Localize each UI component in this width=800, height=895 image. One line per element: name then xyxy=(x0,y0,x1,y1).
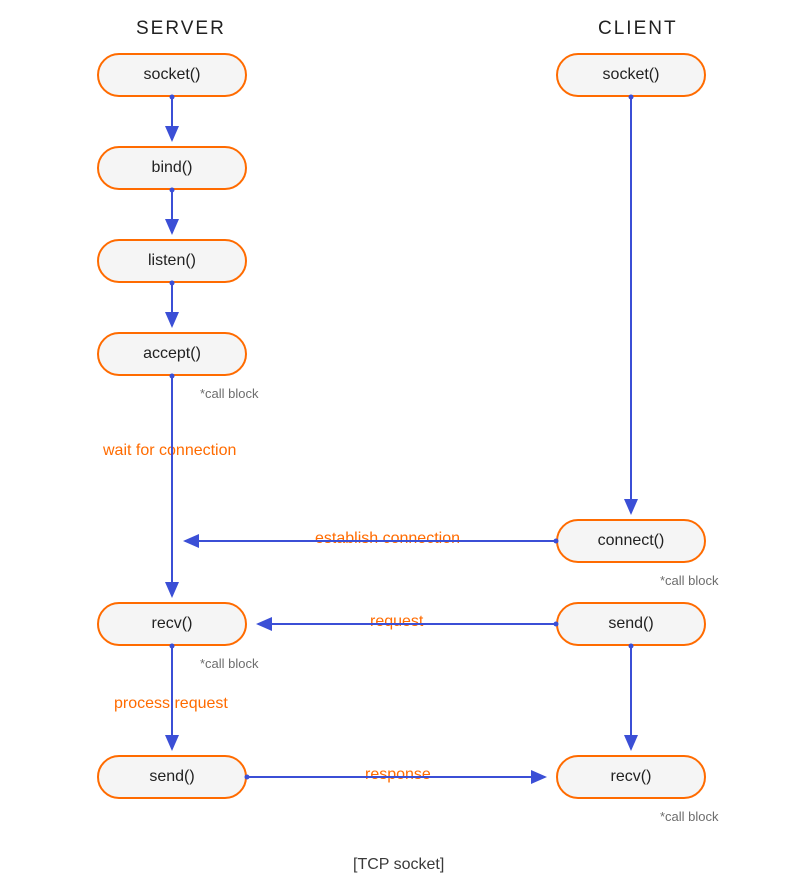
connect-call-block-note: *call block xyxy=(660,573,719,588)
client-heading: CLIENT xyxy=(598,18,678,40)
request-label: request xyxy=(370,613,423,631)
server-listen-label: listen() xyxy=(148,252,196,270)
server-heading: SERVER xyxy=(136,18,226,40)
client-connect-label: connect() xyxy=(598,532,665,550)
server-send-label: send() xyxy=(149,768,194,786)
client-socket-label: socket() xyxy=(603,66,660,84)
diagram-canvas: SERVER CLIENT socket() bind() listen() a… xyxy=(0,0,800,895)
client-send-node: send() xyxy=(556,602,706,646)
client-recv-label: recv() xyxy=(611,768,652,786)
server-socket-node: socket() xyxy=(97,53,247,97)
server-send-node: send() xyxy=(97,755,247,799)
server-listen-node: listen() xyxy=(97,239,247,283)
client-connect-node: connect() xyxy=(556,519,706,563)
process-request-label: process request xyxy=(114,695,228,713)
server-accept-node: accept() xyxy=(97,332,247,376)
footer-label: [TCP socket] xyxy=(353,856,444,874)
server-recv-call-block-note: *call block xyxy=(200,656,259,671)
establish-connection-label: establish connection xyxy=(315,530,460,548)
response-label: response xyxy=(365,766,431,784)
server-accept-label: accept() xyxy=(143,345,201,363)
server-recv-label: recv() xyxy=(152,615,193,633)
server-bind-label: bind() xyxy=(152,159,193,177)
accept-call-block-note: *call block xyxy=(200,386,259,401)
server-bind-node: bind() xyxy=(97,146,247,190)
client-recv-node: recv() xyxy=(556,755,706,799)
client-send-label: send() xyxy=(608,615,653,633)
server-socket-label: socket() xyxy=(144,66,201,84)
client-recv-call-block-note: *call block xyxy=(660,809,719,824)
server-recv-node: recv() xyxy=(97,602,247,646)
client-socket-node: socket() xyxy=(556,53,706,97)
wait-for-connection-label: wait for connection xyxy=(103,442,236,460)
